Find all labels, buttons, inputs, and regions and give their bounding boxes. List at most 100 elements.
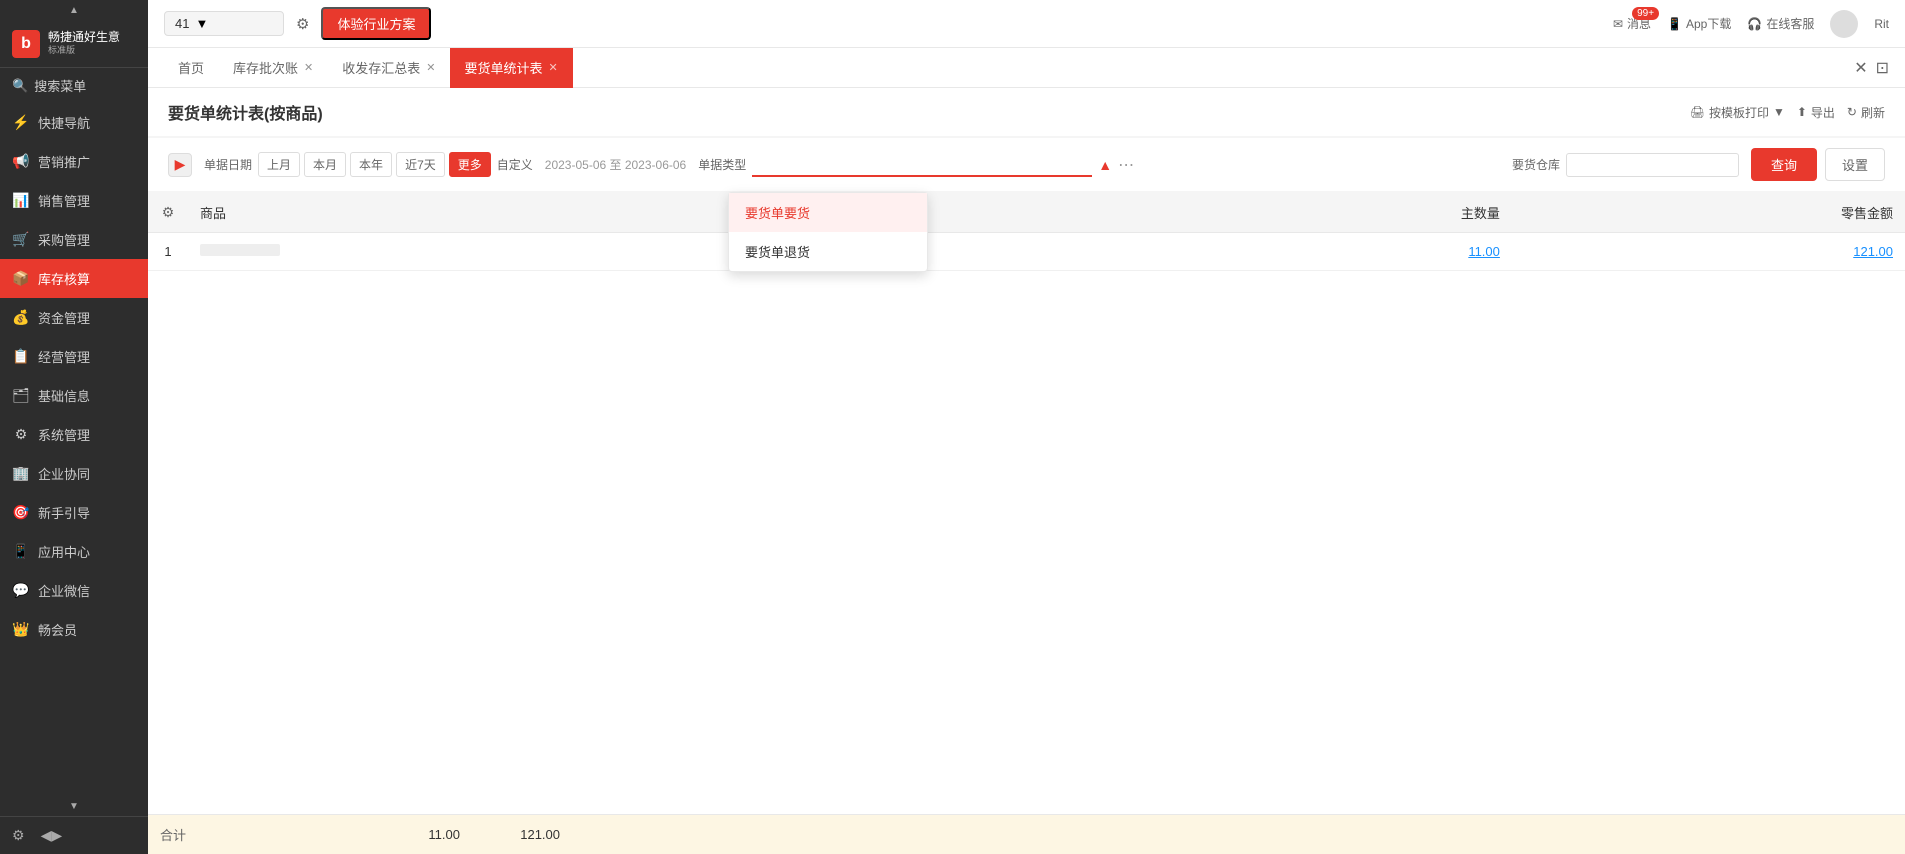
sidebar-item-appstore[interactable]: 📱 应用中心: [0, 532, 148, 571]
company-selector[interactable]: 41 ▼: [164, 11, 284, 36]
header-right: ✉ 消息 99+ 📱 App下载 🎧 在线客服 Rit: [1613, 10, 1889, 38]
col-header-product: 商品: [188, 193, 726, 233]
tab-receive-summary[interactable]: 收发存汇总表 ✕: [328, 48, 450, 88]
page-actions: 🖨 按模板打印 ▼ ⬆ 导出 ↻ 刷新: [1690, 104, 1885, 121]
table-header-row: ⚙ 商品 主计量单位 主数量 零售金额: [148, 193, 1905, 233]
footer-label: 合计: [160, 825, 360, 844]
sales-icon: 📊: [12, 192, 30, 210]
operation-icon: 📋: [12, 348, 30, 366]
print-button[interactable]: 🖨 按模板打印 ▼: [1690, 104, 1785, 121]
sidebar-item-enterprise[interactable]: 🏢 企业协同: [0, 454, 148, 493]
header-left: 41 ▼ ⚙ 体验行业方案: [164, 7, 431, 40]
sidebar-item-marketing[interactable]: 📢 营销推广: [0, 142, 148, 181]
filter-actions: 查询 设置: [1751, 148, 1885, 181]
sidebar-scroll-up[interactable]: ▲: [0, 0, 148, 20]
print-chevron-icon: ▼: [1773, 105, 1785, 119]
data-table: ⚙ 商品 主计量单位 主数量 零售金额: [148, 193, 1905, 271]
message-icon: ✉: [1613, 17, 1623, 31]
basic-icon: 🗂: [12, 387, 30, 405]
date-last-month-btn[interactable]: 上月: [258, 152, 300, 177]
collapse-icon[interactable]: ◀▶: [41, 827, 63, 844]
table-footer: 合计 11.00 121.00: [148, 814, 1905, 854]
header-gear-icon[interactable]: ⚙: [296, 15, 309, 33]
sidebar-item-sales[interactable]: 📊 销售管理: [0, 181, 148, 220]
sidebar-item-guide[interactable]: 🎯 新手引导: [0, 493, 148, 532]
marketing-icon: 📢: [12, 153, 30, 171]
tab-home[interactable]: 首页: [164, 48, 219, 88]
sidebar-item-basic[interactable]: 🗂 基础信息: [0, 376, 148, 415]
quick-nav-icon: ⚡: [12, 114, 30, 132]
sidebar-logo: b 畅捷通好生意 标准版: [0, 20, 148, 68]
query-button[interactable]: 查询: [1751, 148, 1817, 181]
dropdown-item-requisition-return[interactable]: 要货单退货: [729, 232, 927, 271]
row-amount[interactable]: 121.00: [1512, 233, 1905, 271]
export-button[interactable]: ⬆ 导出: [1797, 104, 1835, 121]
date-current-month-btn[interactable]: 本月: [304, 152, 346, 177]
date-year-btn[interactable]: 本年: [350, 152, 392, 177]
tab-close-inventory-batch[interactable]: ✕: [304, 61, 313, 74]
tab-restore-icon[interactable]: ⊡: [1876, 58, 1889, 78]
sidebar-item-wechat[interactable]: 💬 企业微信: [0, 571, 148, 610]
headset-icon: 🎧: [1747, 17, 1762, 31]
refresh-button[interactable]: ↻ 刷新: [1847, 104, 1885, 121]
footer-quantity: 11.00: [360, 827, 460, 842]
row-quantity[interactable]: 11.00: [1186, 233, 1512, 271]
tab-requisition-stats[interactable]: 要货单统计表 ✕: [450, 48, 572, 88]
sidebar-item-purchase[interactable]: 🛒 采购管理: [0, 220, 148, 259]
sidebar-item-quick-nav[interactable]: ⚡ 快捷导航: [0, 103, 148, 142]
tab-inventory-batch[interactable]: 库存批次账 ✕: [219, 48, 328, 88]
sidebar-item-member[interactable]: 👑 畅会员: [0, 610, 148, 649]
date-preset-buttons: 上月 本月 本年 近7天 更多: [258, 152, 491, 177]
type-chevron-up-icon[interactable]: ▲: [1098, 157, 1112, 173]
sidebar: ▲ b 畅捷通好生意 标准版 🔍 搜索菜单 ⚡ 快捷导航 📢 营销推广 📊 销售…: [0, 0, 148, 854]
footer-amount: 121.00: [460, 827, 560, 842]
sidebar-scroll-down[interactable]: ▼: [0, 796, 148, 816]
type-filter-input[interactable]: [752, 152, 1092, 177]
date-filter-group: 单据日期 上月 本月 本年 近7天 更多 自定义 2023-05-06 至 20…: [204, 152, 686, 177]
sidebar-item-operation[interactable]: 📋 经营管理: [0, 337, 148, 376]
date-custom-label[interactable]: 自定义: [497, 156, 533, 173]
warehouse-filter-input[interactable]: [1566, 153, 1739, 177]
settings-button[interactable]: 设置: [1825, 148, 1885, 181]
app-icon: b: [12, 30, 40, 58]
tab-close-requisition-stats[interactable]: ✕: [549, 61, 558, 74]
purchase-icon: 🛒: [12, 231, 30, 249]
enterprise-icon: 🏢: [12, 465, 30, 483]
member-icon: 👑: [12, 621, 30, 639]
page-header: 要货单统计表(按商品) 🖨 按模板打印 ▼ ⬆ 导出 ↻ 刷新: [148, 88, 1905, 136]
settings-bottom-icon[interactable]: ⚙: [12, 827, 25, 844]
sidebar-bottom: ⚙ ◀▶: [0, 816, 148, 854]
customer-service-button[interactable]: 🎧 在线客服: [1747, 15, 1814, 32]
refresh-icon: ↻: [1847, 105, 1857, 119]
warehouse-filter-label: 要货仓库: [1512, 156, 1560, 173]
export-icon: ⬆: [1797, 105, 1807, 119]
avatar[interactable]: [1830, 10, 1858, 38]
type-more-icon[interactable]: ⋯: [1118, 155, 1134, 175]
table-row: 1 块 11.00 121.00: [148, 233, 1905, 271]
promo-button[interactable]: 体验行业方案: [321, 7, 431, 40]
date-7days-btn[interactable]: 近7天: [396, 152, 445, 177]
col-header-amount: 零售金额: [1512, 193, 1905, 233]
inventory-icon: 📦: [12, 270, 30, 288]
tab-close-all-icon[interactable]: ✕: [1854, 58, 1867, 78]
date-more-btn[interactable]: 更多: [449, 152, 491, 177]
filter-bar: ▶ 单据日期 上月 本月 本年 近7天 更多 自定义 2023-05-06 至 …: [148, 138, 1905, 191]
appstore-icon: 📱: [12, 543, 30, 561]
message-button[interactable]: ✉ 消息 99+: [1613, 15, 1651, 32]
filter-expand-button[interactable]: ▶: [168, 153, 192, 177]
dropdown-item-requisition-order[interactable]: 要货单要货: [729, 193, 927, 232]
app-download-button[interactable]: 📱 App下载: [1667, 15, 1731, 32]
tab-bar: 首页 库存批次账 ✕ 收发存汇总表 ✕ 要货单统计表 ✕ ✕ ⊡: [148, 48, 1905, 88]
table-settings-icon[interactable]: ⚙: [162, 204, 175, 220]
sidebar-item-inventory[interactable]: 📦 库存核算: [0, 259, 148, 298]
app-name: 畅捷通好生意 标准版: [48, 30, 120, 57]
date-range-display: 2023-05-06 至 2023-06-06: [545, 156, 686, 173]
date-filter-label: 单据日期: [204, 156, 252, 173]
main-area: 41 ▼ ⚙ 体验行业方案 ✉ 消息 99+ 📱 App下载 🎧 在线客服 Ri…: [148, 0, 1905, 854]
sidebar-item-finance[interactable]: 💰 资金管理: [0, 298, 148, 337]
sidebar-search[interactable]: 🔍 搜索菜单: [0, 68, 148, 103]
tab-close-receive-summary[interactable]: ✕: [426, 61, 435, 74]
sidebar-item-system[interactable]: ⚙ 系统管理: [0, 415, 148, 454]
page-content: 要货单统计表(按商品) 🖨 按模板打印 ▼ ⬆ 导出 ↻ 刷新 ▶: [148, 88, 1905, 854]
type-filter-label: 单据类型: [698, 156, 746, 173]
